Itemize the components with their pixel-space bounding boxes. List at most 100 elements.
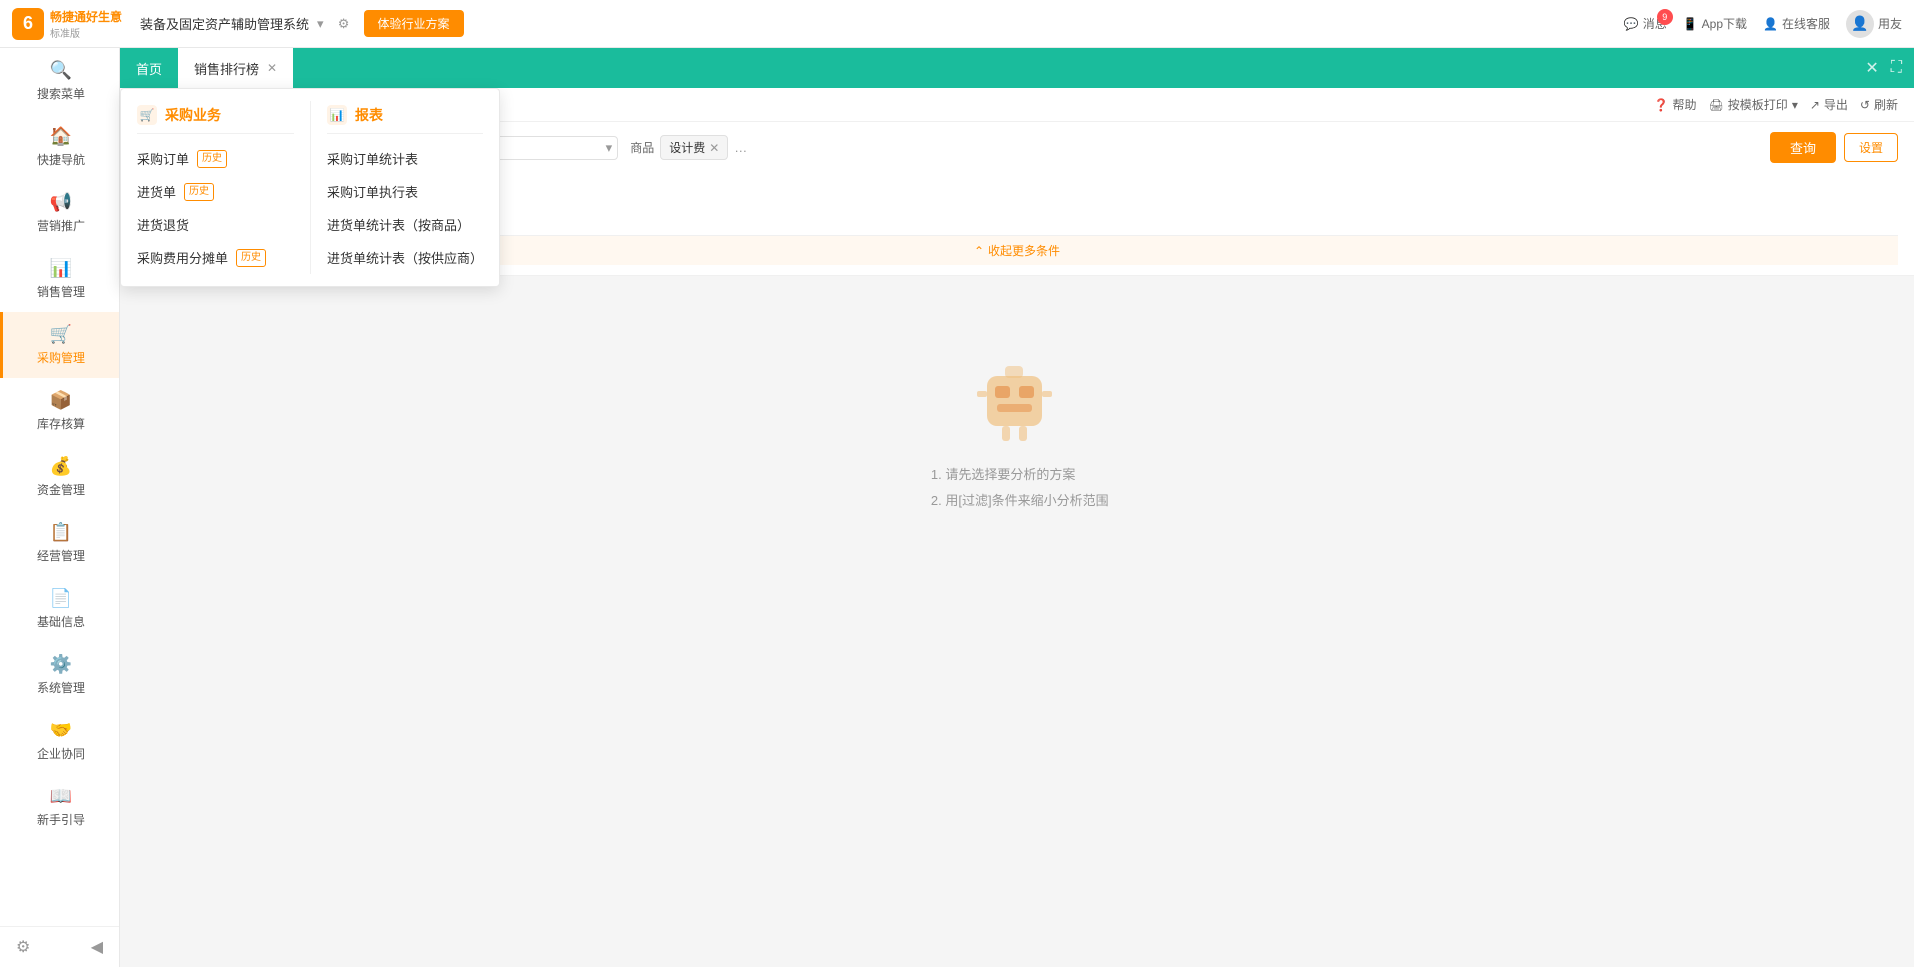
dropdown-item-purchase-expense[interactable]: 采购费用分摊单 历史	[137, 241, 294, 274]
dropdown-columns: 🛒 采购业务 采购订单 历史 进货单 历史 进货退货 采购费用分摊单 历史 📊	[121, 101, 499, 274]
purchase-expense-history-badge: 历史	[236, 249, 266, 267]
title-dropdown-icon[interactable]: ▾	[317, 16, 324, 32]
message-icon: 💬	[1624, 17, 1639, 31]
enterprise-icon: 🤝	[50, 720, 72, 741]
sidebar-item-system[interactable]: ⚙️ 系统管理	[0, 642, 119, 708]
sidebar-label-search: 搜索菜单	[37, 85, 85, 102]
purchase-col-icon: 🛒	[137, 105, 157, 125]
tab-sales-rank[interactable]: 销售排行榜 ✕	[178, 48, 293, 88]
logo-icon: 6	[12, 8, 44, 40]
stock-return-label: 进货退货	[137, 215, 189, 234]
settings-gear-icon[interactable]: ⚙	[332, 12, 356, 36]
sidebar-item-search[interactable]: 🔍 搜索菜单	[0, 48, 119, 114]
sidebar-label-marketing: 营销推广	[37, 217, 85, 234]
sidebar-item-quick-nav[interactable]: 🏠 快捷导航	[0, 114, 119, 180]
dropdown-item-purchase-order-stat[interactable]: 采购订单统计表	[327, 142, 483, 175]
tab-expand-icon[interactable]: ⛶	[1887, 55, 1906, 81]
user-action[interactable]: 👤 用友	[1846, 10, 1902, 38]
sidebar-item-purchase[interactable]: 🛒 采购管理	[0, 312, 119, 378]
sidebar-label-quick-nav: 快捷导航	[37, 151, 85, 168]
empty-hint-2: 用[过滤]条件来缩小分析范围	[945, 488, 1108, 514]
dropdown-item-stock-stat-goods[interactable]: 进货单统计表（按商品）	[327, 208, 483, 241]
purchase-order-exec-label: 采购订单执行表	[327, 182, 418, 201]
purchase-order-label: 采购订单	[137, 149, 189, 168]
sidebar-item-enterprise[interactable]: 🤝 企业协同	[0, 708, 119, 774]
refresh-icon: ↺	[1860, 98, 1870, 112]
sidebar-label-finance: 资金管理	[37, 481, 85, 498]
empty-state: 请先选择要分析的方案 用[过滤]条件来缩小分析范围	[120, 276, 1914, 594]
marketing-icon: 📢	[50, 192, 72, 213]
sidebar-label-operation: 经营管理	[37, 547, 85, 564]
sidebar-item-inventory[interactable]: 📦 库存核算	[0, 378, 119, 444]
stock-stat-supplier-label: 进货单统计表（按供应商）	[327, 248, 483, 267]
purchase-col-title: 采购业务	[165, 105, 221, 125]
help-btn[interactable]: ❓ 帮助	[1654, 96, 1697, 113]
tabs-actions: ✕ ⛶	[1861, 48, 1914, 88]
refresh-btn[interactable]: ↺ 刷新	[1860, 96, 1898, 113]
collapse-up-icon: ⌃	[974, 244, 984, 258]
sidebar-label-basic-info: 基础信息	[37, 613, 85, 630]
search-icon: 🔍	[50, 60, 72, 81]
dropdown-purchase-header: 🛒 采购业务	[137, 101, 294, 134]
phone-icon: 📱	[1683, 17, 1698, 31]
purchase-icon: 🛒	[50, 324, 72, 345]
sidebar-item-sales[interactable]: 📊 销售管理	[0, 246, 119, 312]
avatar: 👤	[1846, 10, 1874, 38]
dropdown-item-stock-stat-supplier[interactable]: 进货单统计表（按供应商）	[327, 241, 483, 274]
tabs-bar: 首页 销售排行榜 ✕ ✕ ⛶	[120, 48, 1914, 88]
empty-hint-1: 请先选择要分析的方案	[945, 462, 1108, 488]
print-icon: 🖨	[1709, 98, 1724, 112]
sidebar-item-finance[interactable]: 💰 资金管理	[0, 444, 119, 510]
empty-robot-icon	[967, 356, 1067, 446]
print-dropdown-icon[interactable]: ▾	[1792, 98, 1798, 112]
goods-more-dots[interactable]: …	[734, 140, 747, 155]
tab-home-label: 首页	[136, 59, 162, 78]
sidebar-nav: 🔍 搜索菜单 🏠 快捷导航 📢 营销推广 📊 销售管理 🛒 采购管理 📦 库存核…	[0, 48, 119, 840]
dropdown-col-purchase: 🛒 采购业务 采购订单 历史 进货单 历史 进货退货 采购费用分摊单 历史	[121, 101, 310, 274]
sidebar-bottom: ⚙ ◀	[0, 926, 119, 967]
top-bar-right: 💬 消息 9 📱 App下载 👤 在线客服 👤 用友	[1624, 10, 1902, 38]
tab-close-icon[interactable]: ✕	[267, 61, 277, 75]
sidebar-item-guide[interactable]: 📖 新手引导	[0, 774, 119, 840]
sidebar-item-basic-info[interactable]: 📄 基础信息	[0, 576, 119, 642]
sidebar-item-marketing[interactable]: 📢 营销推广	[0, 180, 119, 246]
tab-close-all-icon[interactable]: ✕	[1861, 54, 1882, 82]
dropdown-item-purchase-order[interactable]: 采购订单 历史	[137, 142, 294, 175]
tab-home[interactable]: 首页	[120, 48, 178, 88]
message-action[interactable]: 💬 消息 9	[1624, 15, 1667, 32]
goods-tag: 设计费 ✕	[660, 135, 728, 160]
tab-sales-rank-label: 销售排行榜	[194, 59, 259, 78]
msg-badge: 9	[1657, 9, 1673, 25]
top-bar: 6 畅捷通好生意 标准版 装备及固定资产辅助管理系统 ▾ ⚙ 体验行业方案 💬 …	[0, 0, 1914, 48]
report-col-icon: 📊	[327, 105, 347, 125]
system-icon: ⚙️	[50, 654, 72, 675]
goods-tag-close[interactable]: ✕	[709, 141, 719, 155]
dropdown-item-purchase-order-exec[interactable]: 采购订单执行表	[327, 175, 483, 208]
sidebar-label-system: 系统管理	[37, 679, 85, 696]
online-service-action[interactable]: 👤 在线客服	[1763, 15, 1830, 32]
dropdown-report-header: 📊 报表	[327, 101, 483, 134]
sidebar-label-sales: 销售管理	[37, 283, 85, 300]
empty-hints: 请先选择要分析的方案 用[过滤]条件来缩小分析范围	[925, 462, 1108, 514]
sidebar-label-inventory: 库存核算	[37, 415, 85, 432]
purchase-order-history-badge: 历史	[197, 150, 227, 168]
sidebar-collapse-icon[interactable]: ◀	[91, 937, 103, 957]
query-button[interactable]: 查询	[1770, 132, 1836, 163]
goods-label: 商品	[630, 139, 654, 156]
service-icon: 👤	[1763, 17, 1778, 31]
sidebar-label-guide: 新手引导	[37, 811, 85, 828]
dropdown-menu: 🛒 采购业务 采购订单 历史 进货单 历史 进货退货 采购费用分摊单 历史 📊	[120, 88, 500, 287]
dropdown-col-report: 📊 报表 采购订单统计表 采购订单执行表 进货单统计表（按商品） 进货单统计表（…	[310, 101, 499, 274]
dropdown-item-stock-in[interactable]: 进货单 历史	[137, 175, 294, 208]
dropdown-item-stock-return[interactable]: 进货退货	[137, 208, 294, 241]
help-icon: ❓	[1654, 98, 1669, 112]
app-download-action[interactable]: 📱 App下载	[1683, 15, 1747, 32]
system-title: 装备及固定资产辅助管理系统	[140, 14, 309, 33]
sidebar-settings-icon[interactable]: ⚙	[16, 937, 30, 957]
logo-text: 畅捷通好生意 标准版	[50, 8, 122, 40]
industry-btn[interactable]: 体验行业方案	[364, 10, 464, 37]
sidebar-item-operation[interactable]: 📋 经营管理	[0, 510, 119, 576]
export-btn[interactable]: ↗ 导出	[1810, 96, 1848, 113]
settings-button[interactable]: 设置	[1844, 133, 1898, 162]
print-btn[interactable]: 🖨 按模板打印 ▾	[1709, 96, 1798, 113]
